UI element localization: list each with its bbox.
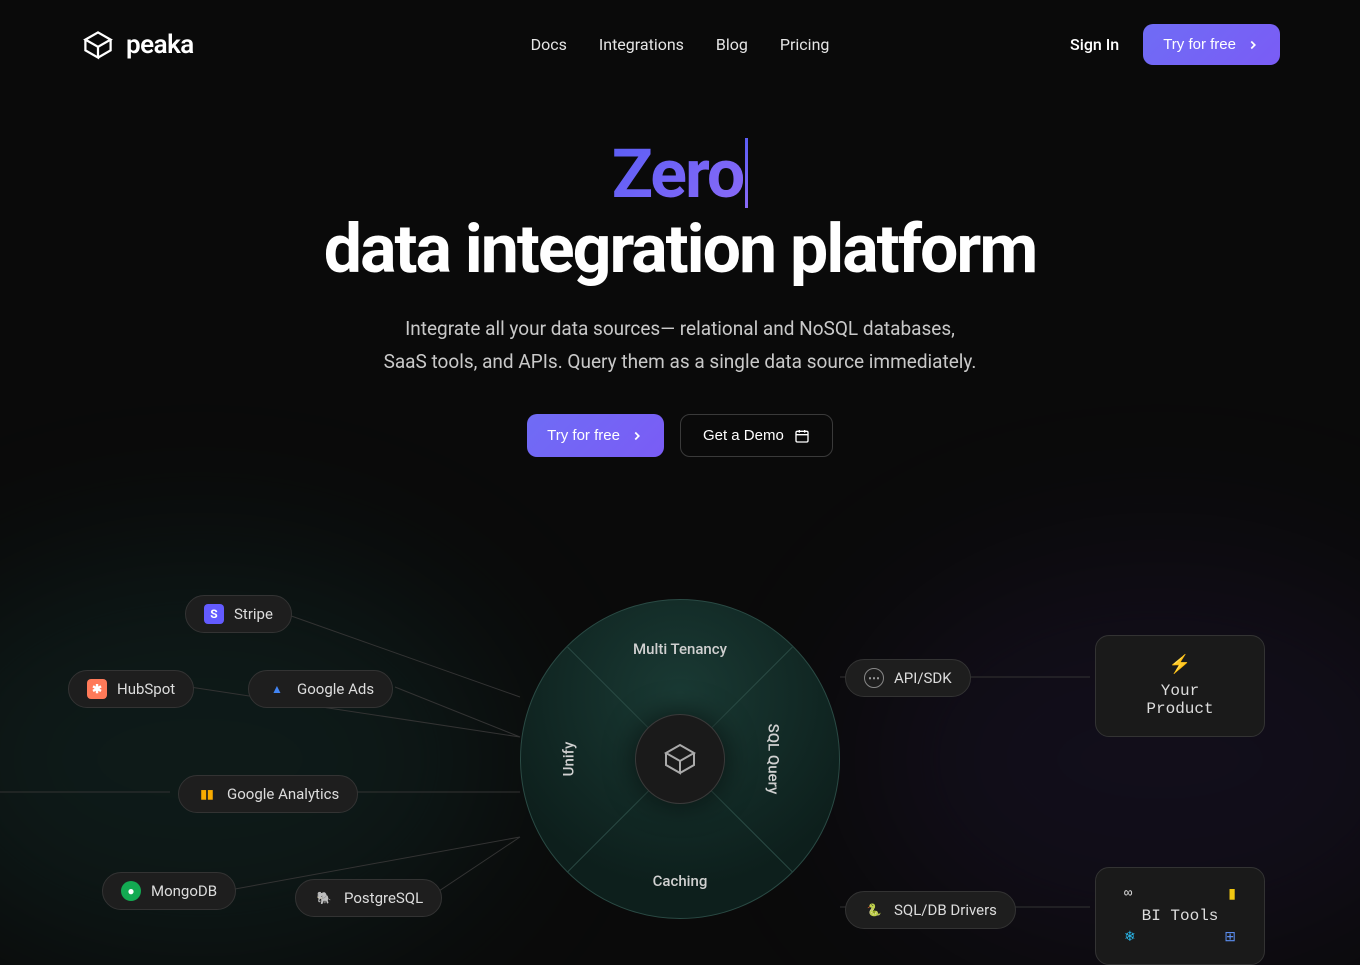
typing-cursor xyxy=(745,138,748,208)
hero-cta-row: Try for free Get a Demo xyxy=(20,414,1340,457)
try-free-hero-button[interactable]: Try for free xyxy=(527,414,664,457)
hub-circle: Multi Tenancy Unify SQL Query Caching xyxy=(520,599,840,919)
node-bi-tools: ∞ ▮ BI Tools ❄ ⊞ xyxy=(1095,867,1265,965)
hero-title: Zero data integration platform xyxy=(20,139,1340,285)
header: peaka Docs Integrations Blog Pricing Sig… xyxy=(0,0,1360,89)
bi-icon-2: ▮ xyxy=(1228,886,1236,903)
api-sdk-label: API/SDK xyxy=(894,669,952,687)
your-product-label: Your Product xyxy=(1146,682,1213,718)
main-nav: Docs Integrations Blog Pricing xyxy=(531,35,830,54)
node-google-analytics: ▮▮ Google Analytics xyxy=(178,775,358,813)
node-hubspot: ✱ HubSpot xyxy=(68,670,194,708)
sql-drivers-label: SQL/DB Drivers xyxy=(894,901,997,919)
hero-sub-line1: Integrate all your data sources— relatio… xyxy=(405,317,955,340)
hub-label-bottom: Caching xyxy=(653,872,708,890)
node-google-ads: ▲ Google Ads xyxy=(248,670,393,708)
hub-label-left: Unify xyxy=(559,742,577,777)
chevron-right-icon xyxy=(630,429,644,443)
hub-label-right: SQL Query xyxy=(765,724,783,795)
mongodb-label: MongoDB xyxy=(151,882,217,900)
brand-name: peaka xyxy=(126,30,194,60)
node-mongodb: ● MongoDB xyxy=(102,872,236,910)
postgresql-label: PostgreSQL xyxy=(344,889,423,907)
python-icon: 🐍 xyxy=(864,900,884,920)
google-ads-label: Google Ads xyxy=(297,680,374,698)
hubspot-icon: ✱ xyxy=(87,679,107,699)
try-free-header-button[interactable]: Try for free xyxy=(1143,24,1280,65)
google-ads-icon: ▲ xyxy=(267,679,287,699)
nav-blog[interactable]: Blog xyxy=(716,35,748,54)
logo-icon xyxy=(80,27,116,63)
signin-link[interactable]: Sign In xyxy=(1070,35,1119,54)
postgresql-icon: 🐘 xyxy=(314,888,334,908)
nav-pricing[interactable]: Pricing xyxy=(780,35,830,54)
calendar-icon xyxy=(794,428,810,444)
node-api-sdk: ⋯ API/SDK xyxy=(845,659,971,697)
google-analytics-label: Google Analytics xyxy=(227,785,339,803)
mongodb-icon: ● xyxy=(121,881,141,901)
node-sql-drivers: 🐍 SQL/DB Drivers xyxy=(845,891,1016,929)
api-icon: ⋯ xyxy=(864,668,884,688)
try-free-header-label: Try for free xyxy=(1163,36,1236,53)
nav-integrations[interactable]: Integrations xyxy=(599,35,684,54)
hub-logo-icon xyxy=(660,739,700,779)
stripe-label: Stripe xyxy=(234,605,273,623)
nav-docs[interactable]: Docs xyxy=(531,35,567,54)
hero-subtitle: Integrate all your data sources— relatio… xyxy=(20,313,1340,378)
node-stripe: S Stripe xyxy=(185,595,292,633)
hero-accent-word: Zero xyxy=(612,139,744,210)
get-demo-label: Get a Demo xyxy=(703,427,784,444)
hub-center xyxy=(635,714,725,804)
hero-title-rest: data integration platform xyxy=(324,209,1036,289)
hero: Zero data integration platform Integrate… xyxy=(0,89,1360,497)
google-analytics-icon: ▮▮ xyxy=(197,784,217,804)
bi-icon-3: ❄ xyxy=(1124,929,1136,946)
bolt-icon: ⚡ xyxy=(1124,654,1236,676)
hub-label-top: Multi Tenancy xyxy=(633,640,727,658)
integration-diagram: Multi Tenancy Unify SQL Query Caching S … xyxy=(0,517,1360,937)
get-demo-button[interactable]: Get a Demo xyxy=(680,414,833,457)
try-free-hero-label: Try for free xyxy=(547,427,620,444)
hubspot-label: HubSpot xyxy=(117,680,175,698)
bi-icon-1: ∞ xyxy=(1124,886,1132,903)
stripe-icon: S xyxy=(204,604,224,624)
hero-sub-line2: SaaS tools, and APIs. Query them as a si… xyxy=(384,350,977,373)
node-postgresql: 🐘 PostgreSQL xyxy=(295,879,442,917)
chevron-right-icon xyxy=(1246,38,1260,52)
bi-tools-label: BI Tools xyxy=(1142,907,1219,925)
logo[interactable]: peaka xyxy=(80,27,194,63)
node-your-product: ⚡ Your Product xyxy=(1095,635,1265,737)
bi-icon-4: ⊞ xyxy=(1224,929,1236,946)
header-right: Sign In Try for free xyxy=(1070,24,1280,65)
